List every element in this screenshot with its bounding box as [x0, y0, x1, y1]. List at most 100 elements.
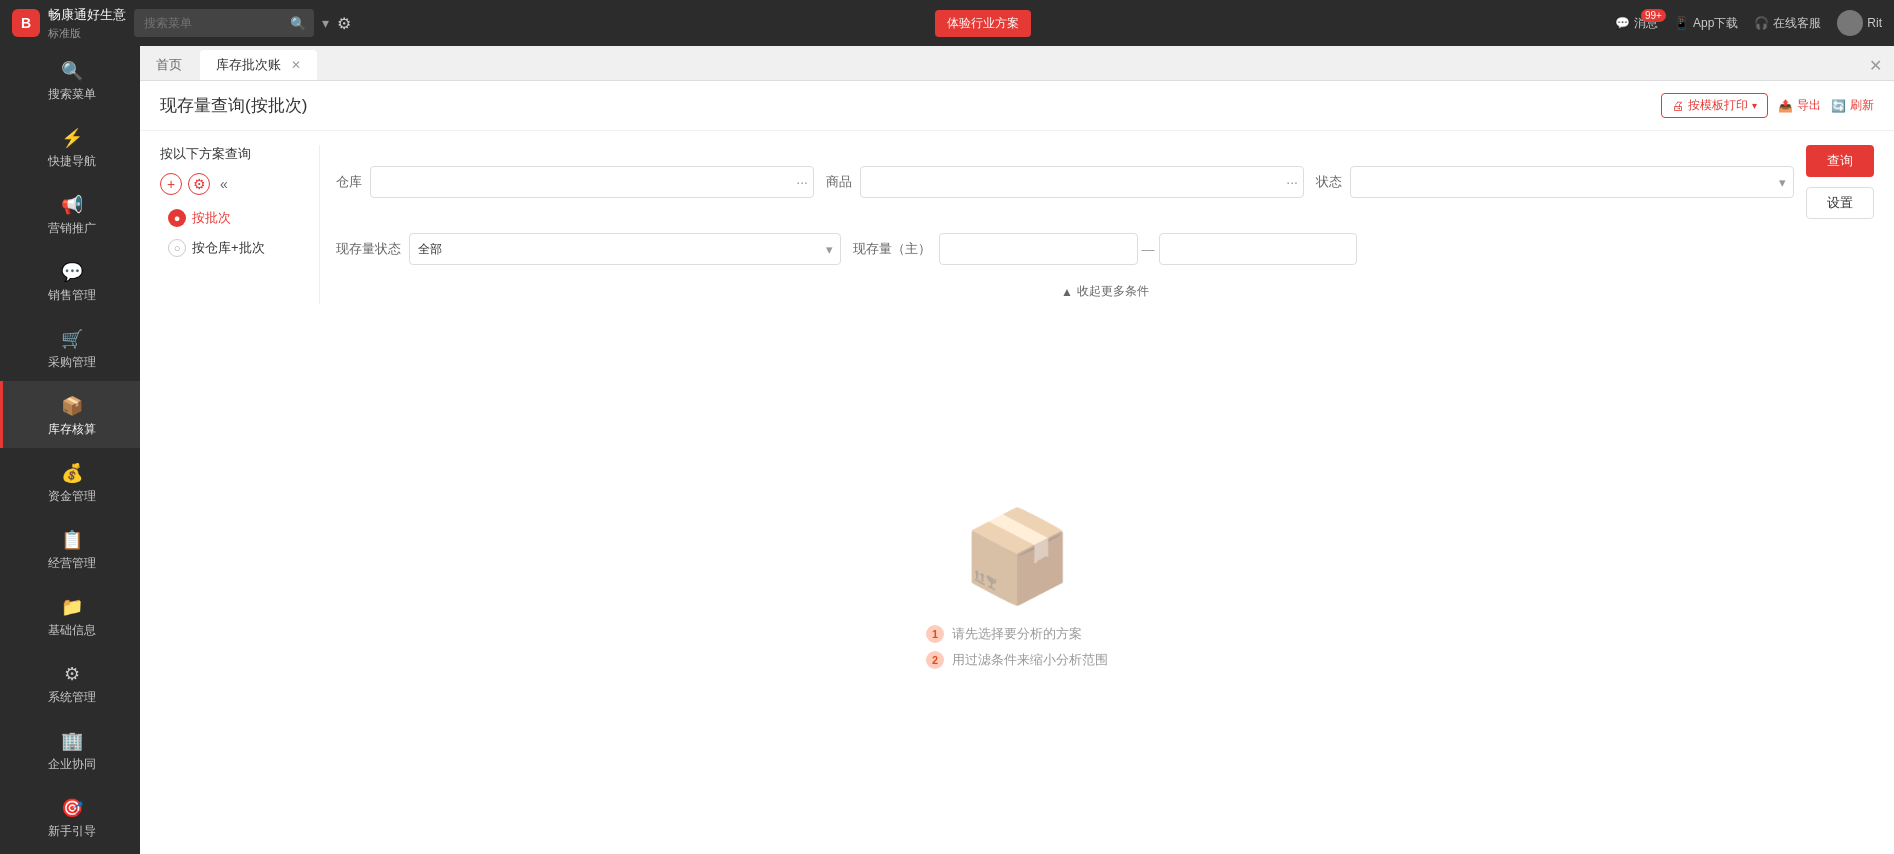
sidebar-item-search[interactable]: 🔍 搜索菜单	[0, 46, 140, 113]
sidebar-item-guide[interactable]: 🎯 新手引导	[0, 783, 140, 850]
warehouse-input[interactable]	[370, 166, 814, 198]
empty-hints: 1 请先选择要分析的方案 2 用过滤条件来缩小分析范围	[926, 625, 1108, 669]
topbar-chevron-icon[interactable]: ▾	[322, 15, 329, 31]
settings-btn[interactable]: 设置	[1806, 187, 1874, 219]
query-settings-wrap: 查询 设置	[1806, 145, 1874, 219]
topbar-left: B 畅康通好生意 标准版 🔍 ▾ ⚙	[12, 6, 351, 41]
refresh-btn[interactable]: 🔄 刷新	[1831, 97, 1874, 114]
query-btn[interactable]: 查询	[1806, 145, 1874, 177]
app-info: 畅康通好生意 标准版	[48, 6, 126, 41]
filter-status: 状态 ▾	[1316, 166, 1794, 198]
chevron-up-icon: ▲	[1061, 285, 1073, 299]
sidebar-item-sales[interactable]: 💬 销售管理	[0, 247, 140, 314]
tab-home[interactable]: 首页	[140, 50, 198, 80]
sidebar-item-app-center[interactable]: 📱 应用中心	[0, 850, 140, 854]
warehouse-dots-icon[interactable]: ···	[796, 174, 808, 190]
plan-add-btn[interactable]: +	[160, 173, 182, 195]
sidebar-label-operations: 经营管理	[48, 555, 96, 572]
sidebar-label-quick-nav: 快捷导航	[48, 153, 96, 170]
print-chevron-icon: ▾	[1752, 100, 1757, 111]
app-logo: B	[12, 9, 40, 37]
template-print-btn[interactable]: 🖨 按模板打印 ▾	[1661, 93, 1768, 118]
sidebar-item-enterprise[interactable]: 🏢 企业协同	[0, 716, 140, 783]
filter-row-2: 现存量状态 全部 ▾ 现存量（主）	[336, 233, 1874, 265]
stock-status-select-wrap: 全部 ▾	[409, 233, 841, 265]
plan-item-warehouse-batch[interactable]: ○ 按仓库+批次	[160, 233, 307, 263]
sidebar-label-basic: 基础信息	[48, 622, 96, 639]
online-service-btn[interactable]: 🎧 在线客服	[1754, 15, 1821, 32]
sidebar-label-search: 搜索菜单	[48, 86, 96, 103]
filter-plan-title: 按以下方案查询	[160, 145, 307, 163]
headset-icon: 🎧	[1754, 16, 1769, 30]
marketing-icon: 📢	[61, 194, 83, 216]
product-dots-icon[interactable]: ···	[1286, 174, 1298, 190]
filter-plan-sidebar: 按以下方案查询 + ⚙ « ● 按批次 ○ 按仓库+批次	[160, 145, 320, 304]
stock-status-select[interactable]: 全部	[409, 233, 841, 265]
filter-product: 商品 ···	[826, 166, 1304, 198]
product-input-wrap: ···	[860, 166, 1304, 198]
industry-btn[interactable]: 体验行业方案	[935, 10, 1031, 37]
messages-btn[interactable]: 💬 消息 99+	[1615, 15, 1658, 32]
filter-stock-status: 现存量状态 全部 ▾	[336, 233, 841, 265]
empty-hint-2: 2 用过滤条件来缩小分析范围	[926, 651, 1108, 669]
content: 首页 库存批次账 ✕ ✕ 现存量查询(按批次) 🖨 按模板打印 ▾	[140, 46, 1894, 854]
stock-qty-label: 现存量（主）	[853, 240, 931, 258]
sidebar-item-system[interactable]: ⚙ 系统管理	[0, 649, 140, 716]
export-icon: 📤	[1778, 99, 1793, 113]
collapse-conditions-btn[interactable]: ▲ 收起更多条件	[336, 279, 1874, 304]
filter-sidebar-collapse-btn[interactable]: «	[220, 176, 228, 192]
stock-qty-min-input[interactable]	[939, 233, 1138, 265]
topbar-search-input[interactable]	[134, 9, 314, 37]
tab-inventory-batch[interactable]: 库存批次账 ✕	[200, 50, 317, 80]
tab-close-icon[interactable]: ✕	[291, 58, 301, 72]
topbar: B 畅康通好生意 标准版 🔍 ▾ ⚙ 体验行业方案 💬 消息 99+ 📱 App…	[0, 0, 1894, 46]
sales-icon: 💬	[61, 261, 83, 283]
sidebar-label-enterprise: 企业协同	[48, 756, 96, 773]
page: 现存量查询(按批次) 🖨 按模板打印 ▾ 📤 导出 🔄 刷新	[140, 81, 1894, 854]
app-download-label: App下载	[1693, 15, 1738, 32]
app-download-btn[interactable]: 📱 App下载	[1674, 15, 1738, 32]
export-btn[interactable]: 📤 导出	[1778, 97, 1821, 114]
sidebar-item-finance[interactable]: 💰 资金管理	[0, 448, 140, 515]
user-menu[interactable]: Rit	[1837, 10, 1882, 36]
filter-area: 按以下方案查询 + ⚙ « ● 按批次 ○ 按仓库+批次	[140, 131, 1894, 318]
plan-label-batch: 按批次	[192, 209, 231, 227]
plan-settings-btn[interactable]: ⚙	[188, 173, 210, 195]
operations-icon: 📋	[61, 529, 83, 551]
sidebar-label-guide: 新手引导	[48, 823, 96, 840]
tab-close-panel-icon[interactable]: ✕	[1857, 56, 1894, 75]
sidebar-item-purchase[interactable]: 🛒 采购管理	[0, 314, 140, 381]
hint-num-2: 2	[926, 651, 944, 669]
sidebar-item-quick-nav[interactable]: ⚡ 快捷导航	[0, 113, 140, 180]
sidebar-item-operations[interactable]: 📋 经营管理	[0, 515, 140, 582]
filter-warehouse: 仓库 ···	[336, 166, 814, 198]
stock-qty-max-input[interactable]	[1159, 233, 1358, 265]
tab-home-label: 首页	[156, 56, 182, 74]
filter-plan-title-text: 按以下方案查询	[160, 145, 251, 163]
print-icon: 🖨	[1672, 99, 1684, 113]
status-label: 状态	[1316, 173, 1342, 191]
stock-status-label: 现存量状态	[336, 240, 401, 258]
refresh-label: 刷新	[1850, 97, 1874, 114]
sidebar-item-basic[interactable]: 📁 基础信息	[0, 582, 140, 649]
warehouse-label: 仓库	[336, 173, 362, 191]
sidebar-label-purchase: 采购管理	[48, 354, 96, 371]
app-name: 畅康通好生意	[48, 6, 126, 24]
status-select[interactable]	[1350, 166, 1794, 198]
filter-row-1: 仓库 ··· 商品 ···	[336, 145, 1874, 219]
plan-item-batch[interactable]: ● 按批次	[160, 203, 307, 233]
topbar-settings-icon[interactable]: ⚙	[337, 14, 351, 33]
template-print-label: 按模板打印	[1688, 97, 1748, 114]
product-input[interactable]	[860, 166, 1304, 198]
sidebar-item-marketing[interactable]: 📢 营销推广	[0, 180, 140, 247]
messages-badge: 99+	[1641, 9, 1666, 22]
tabbar: 首页 库存批次账 ✕ ✕	[140, 46, 1894, 81]
sidebar-item-inventory[interactable]: 📦 库存核算	[0, 381, 140, 448]
online-service-label: 在线客服	[1773, 15, 1821, 32]
sidebar-label-system: 系统管理	[48, 689, 96, 706]
page-title: 现存量查询(按批次)	[160, 94, 307, 117]
stock-qty-dash: —	[1142, 242, 1155, 257]
filter-main: 仓库 ··· 商品 ···	[320, 145, 1874, 304]
sidebar-label-marketing: 营销推广	[48, 220, 96, 237]
search-icon: 🔍	[61, 60, 83, 82]
